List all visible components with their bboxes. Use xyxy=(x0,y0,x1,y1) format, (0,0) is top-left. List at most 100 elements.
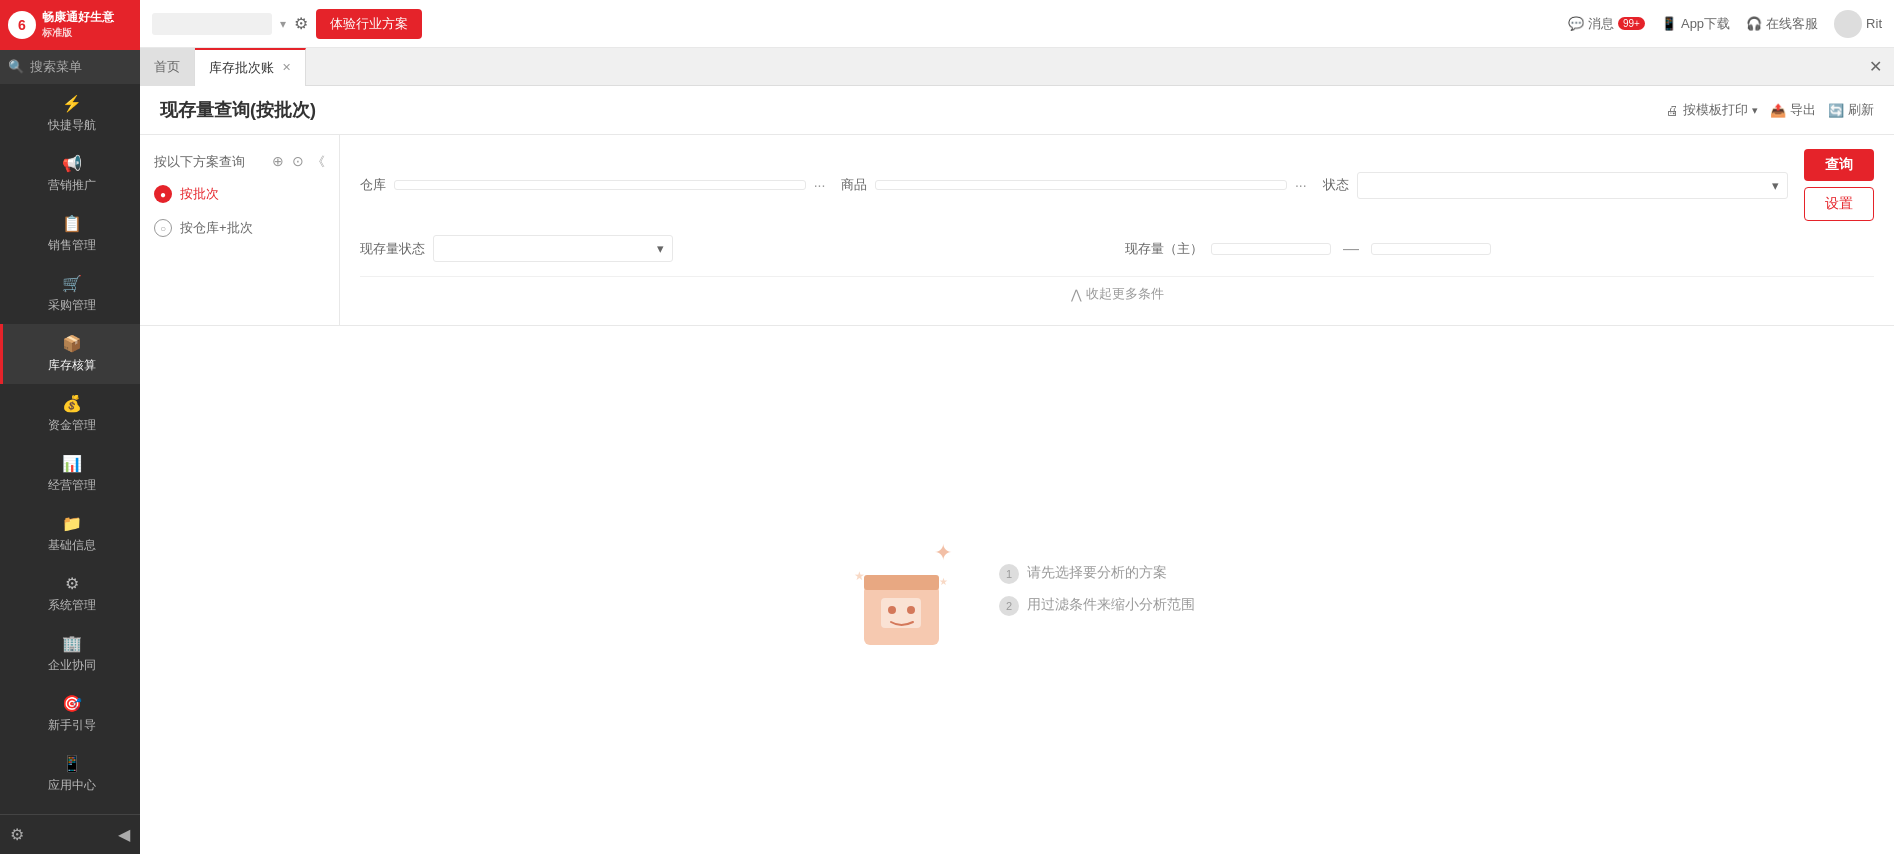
customer-service-label: 在线客服 xyxy=(1766,15,1818,33)
sidebar-label-sales: 销售管理 xyxy=(48,237,96,254)
sidebar-item-inventory[interactable]: 📦 库存核算 xyxy=(0,324,140,384)
refresh-icon: 🔄 xyxy=(1828,103,1844,118)
query-button[interactable]: 查询 xyxy=(1804,149,1874,181)
empty-state: ✦ ★ ★ 1 请先选择要分析的方案 2 用过滤条件来缩小分析范围 xyxy=(140,326,1894,854)
sidebar-item-wechat[interactable]: 💬 企业微信 xyxy=(0,804,140,814)
nav-input[interactable] xyxy=(152,13,272,35)
filter-buttons: 查询 设置 xyxy=(1804,149,1874,221)
refresh-button[interactable]: 🔄 刷新 xyxy=(1828,101,1874,119)
inventory-status-label: 现存量状态 xyxy=(360,240,425,258)
nav-dropdown-icon[interactable]: ▾ xyxy=(280,17,286,31)
filter-row-1: 仓库 ··· 商品 ··· 状态 xyxy=(360,149,1874,221)
status-label: 状态 xyxy=(1323,176,1349,194)
sidebar-icon-guide: 🎯 xyxy=(62,694,82,713)
topbar: ▾ ⚙ 体验行业方案 💬 消息 99+ 📱 App下载 🎧 在线客服 Rit xyxy=(140,0,1894,48)
app-name: 畅康通好生意 xyxy=(42,10,114,26)
print-dropdown-icon[interactable]: ▾ xyxy=(1752,104,1758,117)
user-avatar[interactable]: Rit xyxy=(1834,10,1882,38)
sidebar-search[interactable]: 🔍 搜索菜单 xyxy=(0,50,140,84)
sidebar-item-purchase[interactable]: 🛒 采购管理 xyxy=(0,264,140,324)
sidebar-item-guide[interactable]: 🎯 新手引导 xyxy=(0,684,140,744)
tip-number-1: 1 xyxy=(999,564,1019,584)
add-filter-icon[interactable]: ⊕ xyxy=(272,153,284,171)
product-label: 商品 xyxy=(841,176,867,194)
collapse-sidebar-icon[interactable]: 《 xyxy=(312,153,325,171)
page-header: 现存量查询(按批次) 🖨 按模板打印 ▾ 📤 导出 🔄 刷新 xyxy=(140,86,1894,135)
inventory-qty-min-input[interactable] xyxy=(1211,243,1331,255)
sidebar-item-system[interactable]: ⚙ 系统管理 xyxy=(0,564,140,624)
sidebar-item-appstore[interactable]: 📱 应用中心 xyxy=(0,744,140,804)
sidebar-item-quick-nav[interactable]: ⚡ 快捷导航 xyxy=(0,84,140,144)
sidebar-label-operations: 经营管理 xyxy=(48,477,96,494)
filter-settings-icon[interactable]: ⊙ xyxy=(292,153,304,171)
svg-point-4 xyxy=(907,606,915,614)
svg-text:★: ★ xyxy=(939,576,948,587)
app-download-button[interactable]: 📱 App下载 xyxy=(1661,15,1730,33)
sidebar-icon-operations: 📊 xyxy=(62,454,82,473)
filter-option-by-warehouse-batch[interactable]: ○ 按仓库+批次 xyxy=(140,211,339,245)
tip-number-2: 2 xyxy=(999,596,1019,616)
sidebar-label-inventory: 库存核算 xyxy=(48,357,96,374)
collapse-more-button[interactable]: ⋀ 收起更多条件 xyxy=(360,276,1874,311)
app-download-label: App下载 xyxy=(1681,15,1730,33)
empty-tips: 1 请先选择要分析的方案 2 用过滤条件来缩小分析范围 xyxy=(999,564,1195,616)
settings-icon[interactable]: ⚙ xyxy=(10,825,24,844)
inventory-qty-max-input[interactable] xyxy=(1371,243,1491,255)
sidebar-icon-quick-nav: ⚡ xyxy=(62,94,82,113)
filter-sidebar-actions: ⊕ ⊙ 《 xyxy=(272,153,325,171)
sidebar-item-marketing[interactable]: 📢 营销推广 xyxy=(0,144,140,204)
tab-batch-inventory[interactable]: 库存批次账 ✕ xyxy=(195,48,306,86)
settings-button[interactable]: 设置 xyxy=(1804,187,1874,221)
avatar xyxy=(1834,10,1862,38)
sidebar-label-finance: 资金管理 xyxy=(48,417,96,434)
product-input[interactable] xyxy=(875,180,1287,190)
sidebar-item-operations[interactable]: 📊 经营管理 xyxy=(0,444,140,504)
filter-active-marker: ● xyxy=(160,189,166,200)
filter-group-inventory-status: 现存量状态 ▾ xyxy=(360,235,1109,262)
sidebar-item-basic[interactable]: 📁 基础信息 xyxy=(0,504,140,564)
message-button[interactable]: 💬 消息 99+ xyxy=(1568,15,1645,33)
sidebar-icon-system: ⚙ xyxy=(65,574,79,593)
sidebar-item-sales[interactable]: 📋 销售管理 xyxy=(0,204,140,264)
inventory-status-select[interactable]: ▾ xyxy=(433,235,673,262)
sidebar-label-guide: 新手引导 xyxy=(48,717,96,734)
sidebar-item-finance[interactable]: 💰 资金管理 xyxy=(0,384,140,444)
filter-panel: 按以下方案查询 ⊕ ⊙ 《 ● 按批次 ○ xyxy=(140,135,1894,326)
app-logo: 6 xyxy=(8,11,36,39)
collapse-up-icon: ⋀ xyxy=(1071,287,1082,302)
tab-close-icon[interactable]: ✕ xyxy=(282,61,291,74)
tip-text-1: 请先选择要分析的方案 xyxy=(1027,564,1167,582)
print-button[interactable]: 🖨 按模板打印 ▾ xyxy=(1666,101,1758,119)
filter-fields: 仓库 ··· 商品 ··· 状态 xyxy=(340,135,1894,325)
warehouse-label: 仓库 xyxy=(360,176,386,194)
sidebar-label-appstore: 应用中心 xyxy=(48,777,96,794)
export-button[interactable]: 📤 导出 xyxy=(1770,101,1816,119)
main-content: ▾ ⚙ 体验行业方案 💬 消息 99+ 📱 App下载 🎧 在线客服 Rit xyxy=(140,0,1894,854)
sidebar-item-enterprise[interactable]: 🏢 企业协同 xyxy=(0,624,140,684)
filter-option-by-batch[interactable]: ● 按批次 xyxy=(140,177,339,211)
topbar-settings-icon[interactable]: ⚙ xyxy=(294,14,308,33)
filter-row-2: 现存量状态 ▾ 现存量（主） — xyxy=(360,235,1874,262)
sidebar: 6 畅康通好生意 标准版 🔍 搜索菜单 ⚡ 快捷导航 📢 营销推广 📋 销售管理… xyxy=(0,0,140,854)
sidebar-icon-finance: 💰 xyxy=(62,394,82,413)
tab-home-label: 首页 xyxy=(154,58,180,76)
sidebar-label-system: 系统管理 xyxy=(48,597,96,614)
customer-service-button[interactable]: 🎧 在线客服 xyxy=(1746,15,1818,33)
warehouse-more-icon[interactable]: ··· xyxy=(814,177,826,193)
sidebar-nav: ⚡ 快捷导航 📢 营销推广 📋 销售管理 🛒 采购管理 📦 库存核算 💰 资金管… xyxy=(0,84,140,814)
warehouse-input[interactable] xyxy=(394,180,806,190)
sidebar-label-purchase: 采购管理 xyxy=(48,297,96,314)
filter-option-active-icon: ● xyxy=(154,185,172,203)
status-select[interactable]: ▾ xyxy=(1357,172,1788,199)
tab-home[interactable]: 首页 xyxy=(140,48,195,86)
username: Rit xyxy=(1866,16,1882,31)
headset-icon: 🎧 xyxy=(1746,16,1762,31)
filter-secondary-marker: ○ xyxy=(160,223,166,234)
trial-button[interactable]: 体验行业方案 xyxy=(316,9,422,39)
sidebar-label-marketing: 营销推广 xyxy=(48,177,96,194)
collapse-more-label: 收起更多条件 xyxy=(1086,285,1164,303)
product-more-icon[interactable]: ··· xyxy=(1295,177,1307,193)
filter-by-warehouse-batch-label: 按仓库+批次 xyxy=(180,219,253,237)
close-panel-icon[interactable]: ✕ xyxy=(1857,48,1894,86)
toggle-sidebar-icon[interactable]: ◀ xyxy=(118,825,130,844)
